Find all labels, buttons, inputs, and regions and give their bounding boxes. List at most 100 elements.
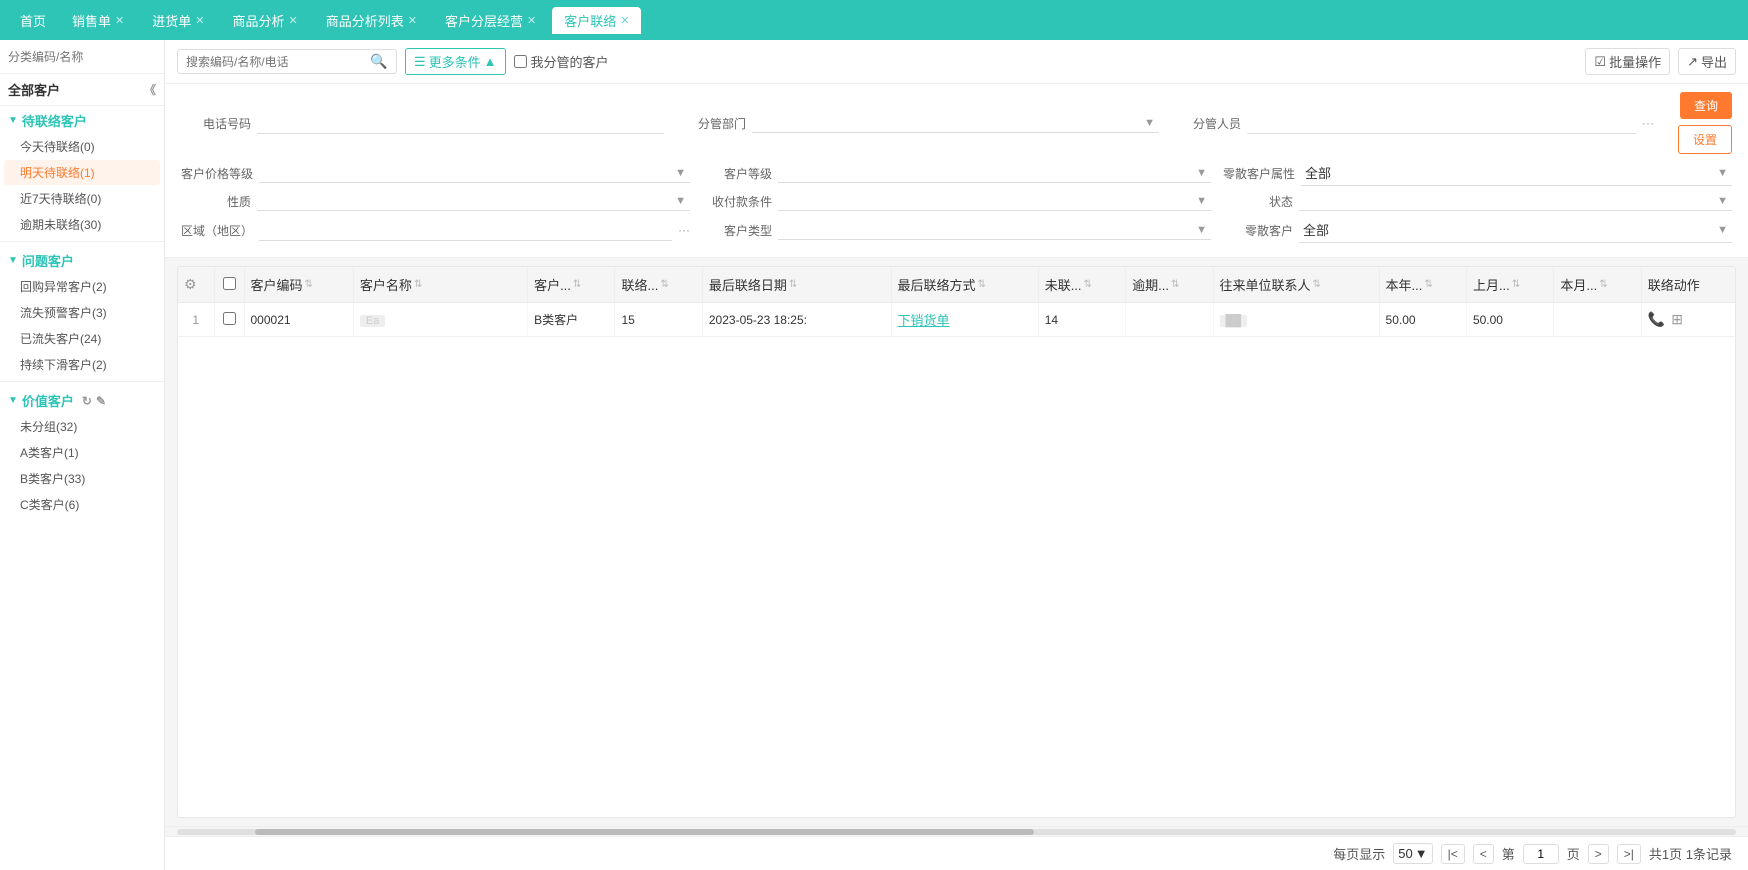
- sort-icon[interactable]: ⇅: [1171, 279, 1179, 290]
- th-checkbox: [214, 267, 244, 303]
- sidebar-item-overdue[interactable]: 逾期未联络(30): [4, 212, 160, 237]
- per-page-select[interactable]: 50 ▼: [1393, 843, 1432, 864]
- grid-icon[interactable]: ⊞: [1671, 311, 1683, 328]
- ellipsis-icon[interactable]: ···: [1642, 116, 1654, 130]
- phone-icon[interactable]: 📞: [1648, 311, 1665, 328]
- row-contact-person: ██: [1213, 303, 1379, 337]
- sort-icon[interactable]: ⇅: [573, 279, 581, 290]
- nav-tab-product-analysis[interactable]: 商品分析 ✕: [220, 7, 309, 34]
- filter-person: 分管人员 ···: [1171, 113, 1666, 134]
- sidebar-item-tomorrow[interactable]: 明天待联络(1): [4, 160, 160, 185]
- sidebar-group-value: ▼ 价值客户 ↻ ✎: [0, 386, 164, 413]
- filter-select-retail-customer[interactable]: 全部 ▼: [1299, 217, 1732, 243]
- filter-input-person[interactable]: [1247, 113, 1636, 134]
- close-icon[interactable]: ✕: [527, 14, 536, 27]
- sort-icon[interactable]: ⇅: [305, 279, 313, 290]
- settings-button[interactable]: 设置: [1678, 125, 1732, 154]
- table-wrap: ⚙ 客户编码⇅ 客户名称⇅ 客户...⇅: [177, 266, 1736, 818]
- close-icon[interactable]: ✕: [115, 14, 124, 27]
- my-customers-checkbox[interactable]: 我分管的客户: [514, 52, 609, 71]
- sidebar-item-class-b[interactable]: B类客户(33): [4, 466, 160, 491]
- sidebar-item-churn-warning[interactable]: 流失预警客户(3): [4, 300, 160, 325]
- filter-select-status[interactable]: ▼: [1299, 192, 1732, 211]
- sidebar-item-repurchase-abnormal[interactable]: 回购异常客户(2): [4, 274, 160, 299]
- sort-icon[interactable]: ⇅: [414, 279, 422, 290]
- filter-select-dept[interactable]: ▼: [752, 114, 1159, 133]
- sort-icon[interactable]: ⇅: [1599, 279, 1607, 290]
- ellipsis-icon[interactable]: ···: [678, 223, 690, 237]
- filter-select-payment[interactable]: ▼: [778, 192, 1211, 211]
- filter-label-retail-customer: 零散客户: [1223, 222, 1293, 239]
- horizontal-scrollbar[interactable]: [165, 826, 1748, 836]
- filter-select-price-level[interactable]: ▼: [259, 164, 690, 183]
- sidebar-all-customers[interactable]: 全部客户 《: [0, 74, 164, 106]
- contact-method-link[interactable]: 下销货单: [898, 313, 950, 328]
- filter-label-price-level: 客户价格等级: [181, 165, 253, 182]
- scrollbar-thumb[interactable]: [255, 829, 1035, 835]
- th-last-month: 上月...⇅: [1466, 267, 1553, 303]
- table-row: 1 000021 Ea B类客户 15 2023-05-23 18:25: 下销…: [178, 303, 1735, 337]
- row-this-month: [1554, 303, 1641, 337]
- sidebar-item-ungrouped[interactable]: 未分组(32): [4, 414, 160, 439]
- select-all-checkbox[interactable]: [223, 277, 236, 290]
- sort-icon[interactable]: ⇅: [1424, 279, 1432, 290]
- last-page-btn[interactable]: >|: [1617, 844, 1641, 864]
- filter-region: 区域（地区） ···: [181, 220, 702, 241]
- nav-tab-purchase[interactable]: 进货单 ✕: [140, 7, 216, 34]
- filter-input-region[interactable]: [259, 220, 672, 241]
- gear-icon[interactable]: ⚙: [184, 276, 197, 292]
- filter-nature: 性质 ▼: [181, 192, 702, 211]
- search-input[interactable]: [186, 55, 366, 69]
- sidebar-item-churned[interactable]: 已流失客户(24): [4, 326, 160, 351]
- filter-label-nature: 性质: [181, 193, 251, 210]
- nav-home[interactable]: 首页: [10, 7, 56, 34]
- first-page-btn[interactable]: |<: [1441, 844, 1465, 864]
- sidebar-item-class-a[interactable]: A类客户(1): [4, 440, 160, 465]
- sort-icon[interactable]: ⇅: [1084, 279, 1092, 290]
- filter-select-nature[interactable]: ▼: [257, 192, 690, 211]
- edit-icon[interactable]: ✎: [96, 394, 106, 408]
- filter-label-payment: 收付款条件: [702, 193, 772, 210]
- filter-row-2: 客户价格等级 ▼ 客户等级 ▼ 零散客户属性 全部: [181, 160, 1732, 186]
- sort-icon[interactable]: ⇅: [978, 279, 986, 290]
- close-icon[interactable]: ✕: [289, 14, 298, 27]
- filter-select-customer-type[interactable]: ▼: [778, 221, 1211, 240]
- sidebar-item-7days[interactable]: 近7天待联络(0): [4, 186, 160, 211]
- my-customers-check[interactable]: [514, 55, 527, 68]
- nav-tab-customer-contact[interactable]: 客户联络 ✕: [552, 7, 641, 34]
- filter-label-phone: 电话号码: [181, 115, 251, 132]
- batch-op-btn[interactable]: ☑ 批量操作: [1585, 48, 1670, 75]
- nav-tab-sales[interactable]: 销售单 ✕: [60, 7, 136, 34]
- filter-more-btn[interactable]: ☰ 更多条件 ▲: [405, 48, 506, 75]
- sidebar-item-declining[interactable]: 持续下滑客户(2): [4, 352, 160, 377]
- page-input[interactable]: [1523, 844, 1559, 864]
- th-level: 客户...⇅: [528, 267, 615, 303]
- sort-icon[interactable]: ⇅: [1512, 279, 1520, 290]
- nav-tab-customer-segment[interactable]: 客户分层经营 ✕: [433, 7, 548, 34]
- export-btn[interactable]: ↗ 导出: [1678, 48, 1736, 75]
- nav-tab-product-analysis-list[interactable]: 商品分析列表 ✕: [314, 7, 429, 34]
- sort-icon[interactable]: ⇅: [1313, 279, 1321, 290]
- filter-retail-customer: 零散客户 全部 ▼: [1223, 217, 1732, 243]
- sort-icon[interactable]: ⇅: [660, 279, 668, 290]
- sort-icon[interactable]: ⇅: [789, 279, 797, 290]
- next-page-btn[interactable]: >: [1588, 844, 1609, 864]
- sidebar-item-today[interactable]: 今天待联络(0): [4, 134, 160, 159]
- query-button[interactable]: 查询: [1680, 92, 1732, 119]
- th-not-contacted: 未联...⇅: [1038, 267, 1125, 303]
- refresh-icon[interactable]: ↻: [82, 394, 92, 408]
- search-icon[interactable]: 🔍: [370, 53, 387, 70]
- close-icon[interactable]: ✕: [408, 14, 417, 27]
- filter-select-customer-level[interactable]: ▼: [778, 164, 1211, 183]
- filter-select-retail-attr[interactable]: 全部 ▼: [1301, 160, 1732, 186]
- sidebar-search-input[interactable]: [8, 50, 163, 64]
- filter-input-phone[interactable]: [257, 113, 664, 134]
- filter-price-level: 客户价格等级 ▼: [181, 164, 702, 183]
- sidebar-item-class-c[interactable]: C类客户(6): [4, 492, 160, 517]
- row-checkbox[interactable]: [223, 312, 236, 325]
- prev-page-btn[interactable]: <: [1473, 844, 1494, 864]
- filter-label-retail-attr: 零散客户属性: [1223, 165, 1295, 182]
- row-num: 1: [178, 303, 214, 337]
- close-icon[interactable]: ✕: [195, 14, 204, 27]
- close-icon[interactable]: ✕: [620, 14, 629, 27]
